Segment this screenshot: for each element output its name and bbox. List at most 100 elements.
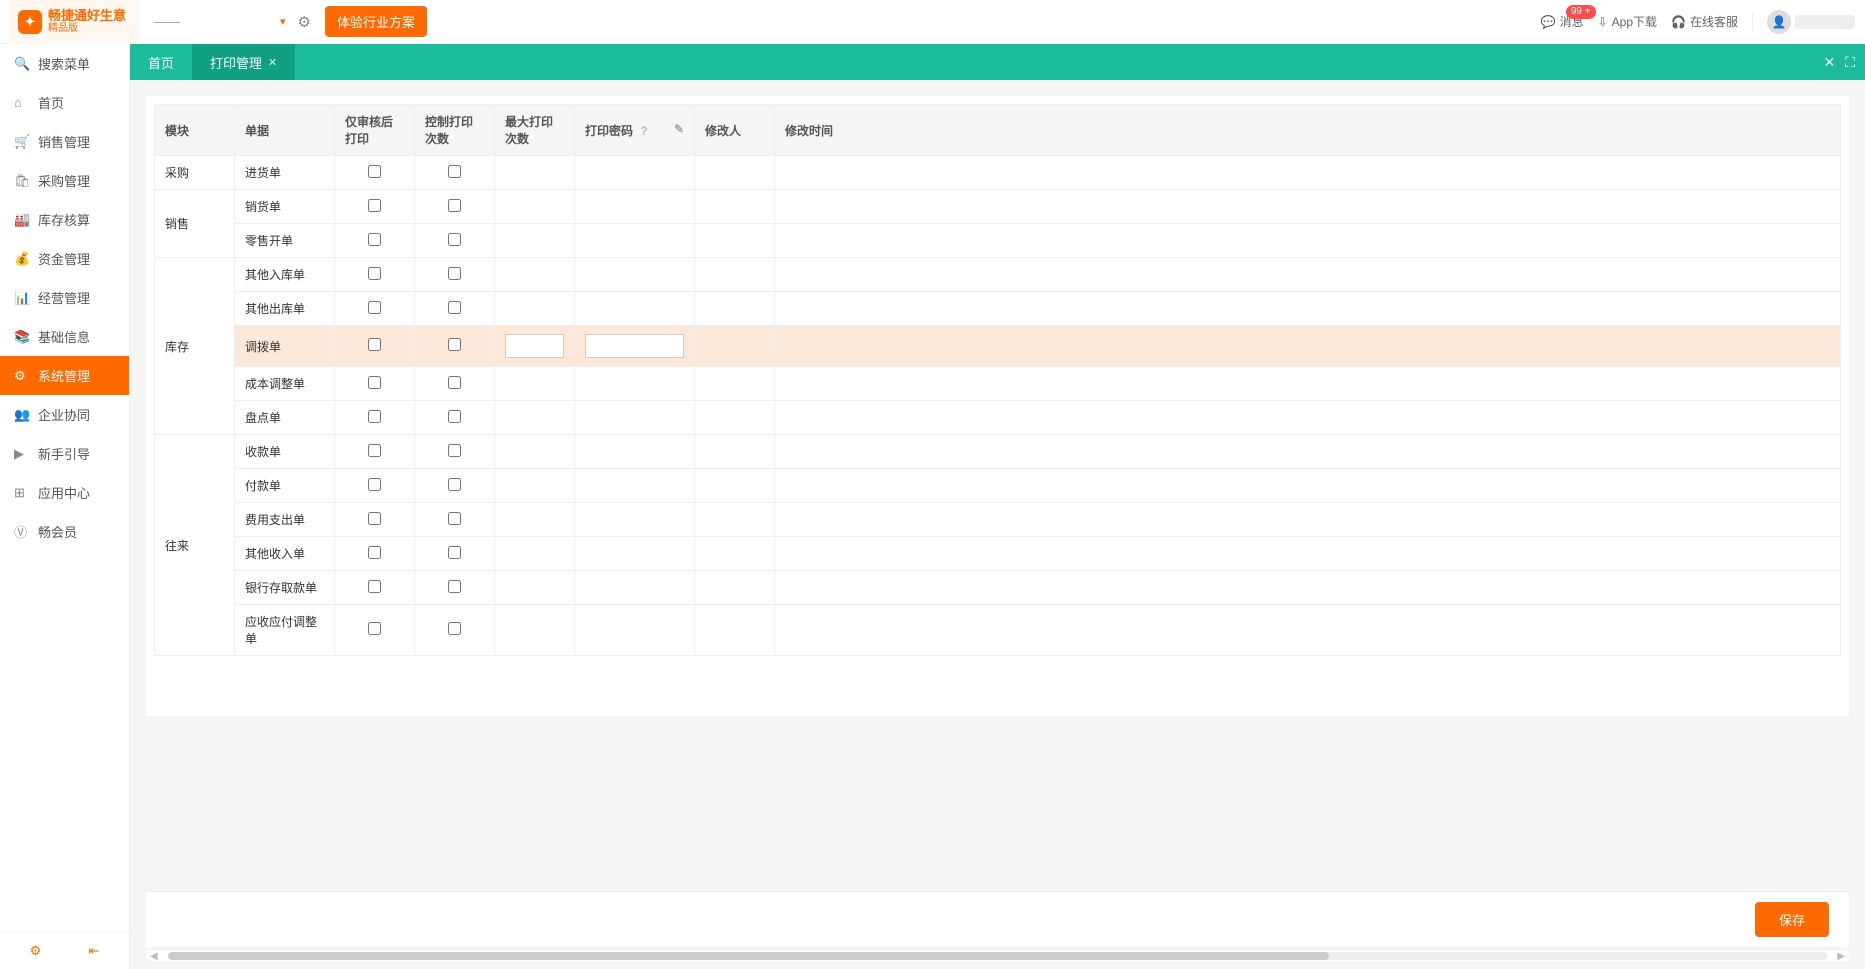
- max-count-cell: [495, 571, 575, 605]
- help-icon[interactable]: ?: [640, 124, 647, 138]
- download-icon: ⇩: [1598, 15, 1608, 29]
- audited-only-checkbox[interactable]: [368, 580, 381, 593]
- max-count-input[interactable]: [505, 334, 564, 358]
- sidebar-ops[interactable]: 📊经营管理: [0, 278, 129, 317]
- doc-cell: 应收应付调整单: [235, 605, 335, 656]
- sidebar-apps-icon: ⊞: [14, 485, 30, 501]
- sidebar-item-label: 采购管理: [38, 171, 90, 190]
- audited-only-checkbox[interactable]: [368, 546, 381, 559]
- limit-count-checkbox[interactable]: [448, 267, 461, 280]
- audited-only-checkbox[interactable]: [368, 622, 381, 635]
- headset-icon: 🎧: [1671, 15, 1686, 29]
- gear-icon[interactable]: ⚙: [298, 13, 311, 31]
- th-doc: 单据: [235, 105, 335, 156]
- sidebar-item-label: 基础信息: [38, 327, 90, 346]
- th-modified-at: 修改时间: [775, 105, 1841, 156]
- password-input[interactable]: [585, 334, 684, 358]
- limit-count-checkbox[interactable]: [448, 410, 461, 423]
- app-download-link[interactable]: ⇩ App下载: [1598, 13, 1657, 30]
- limit-count-checkbox[interactable]: [448, 512, 461, 525]
- chevron-down-icon: ▾: [280, 15, 286, 28]
- modifier-cell: [695, 258, 775, 292]
- sidebar-funds[interactable]: 💰资金管理: [0, 239, 129, 278]
- module-cell: 库存: [155, 258, 235, 435]
- org-selector[interactable]: —— ▾: [154, 14, 286, 29]
- audited-only-checkbox[interactable]: [368, 410, 381, 423]
- sidebar-member[interactable]: Ⓥ畅会员: [0, 512, 129, 551]
- sidebar-home[interactable]: ⌂首页: [0, 83, 129, 122]
- try-industry-button[interactable]: 体验行业方案: [325, 6, 427, 37]
- modifier-cell: [695, 190, 775, 224]
- audited-only-checkbox[interactable]: [368, 165, 381, 178]
- sidebar-sales[interactable]: 🛒销售管理: [0, 122, 129, 161]
- limit-count-checkbox[interactable]: [448, 546, 461, 559]
- limit-count-checkbox[interactable]: [448, 199, 461, 212]
- sidebar-inventory[interactable]: 🏭库存核算: [0, 200, 129, 239]
- doc-cell: 收款单: [235, 435, 335, 469]
- audited-only-checkbox[interactable]: [368, 301, 381, 314]
- audited-only-checkbox[interactable]: [368, 376, 381, 389]
- password-cell: [575, 571, 695, 605]
- modified-at-cell: [775, 571, 1841, 605]
- limit-count-checkbox[interactable]: [448, 165, 461, 178]
- close-all-icon[interactable]: ✕: [1823, 54, 1835, 71]
- limit-count-checkbox[interactable]: [448, 622, 461, 635]
- scroll-right-icon[interactable]: ▶: [1833, 951, 1849, 962]
- divider: [1752, 13, 1753, 31]
- audited-only-checkbox[interactable]: [368, 338, 381, 351]
- module-cell: 销售: [155, 190, 235, 258]
- collapse-icon[interactable]: ⇤: [88, 943, 99, 959]
- audited-only-checkbox[interactable]: [368, 199, 381, 212]
- modifier-cell: [695, 537, 775, 571]
- sidebar-search[interactable]: 🔍搜索菜单: [0, 44, 129, 83]
- limit-count-checkbox[interactable]: [448, 580, 461, 593]
- table-row: 盘点单: [155, 401, 1841, 435]
- edit-column-icon[interactable]: ✎: [674, 122, 684, 136]
- sidebar-apps[interactable]: ⊞应用中心: [0, 473, 129, 512]
- max-count-cell: [495, 469, 575, 503]
- horizontal-scrollbar[interactable]: ◀ ▶: [146, 951, 1849, 961]
- audited-only-checkbox[interactable]: [368, 478, 381, 491]
- audited-only-checkbox[interactable]: [368, 267, 381, 280]
- modifier-cell: [695, 367, 775, 401]
- sidebar-system[interactable]: ⚙系统管理: [0, 356, 129, 395]
- limit-count-checkbox[interactable]: [448, 444, 461, 457]
- sidebar: 🔍搜索菜单⌂首页🛒销售管理🛍采购管理🏭库存核算💰资金管理📊经营管理📚基础信息⚙系…: [0, 44, 130, 969]
- modifier-cell: [695, 605, 775, 656]
- print-settings-panel: 模块 单据 仅审核后打印 控制打印次数 最大打印次数 打印密码 ? ✎: [146, 96, 1849, 716]
- sidebar-basic[interactable]: 📚基础信息: [0, 317, 129, 356]
- fullscreen-icon[interactable]: ⛶: [1845, 54, 1855, 71]
- limit-count-checkbox[interactable]: [448, 233, 461, 246]
- limit-count-checkbox[interactable]: [448, 478, 461, 491]
- sidebar-collab[interactable]: 👥企业协同: [0, 395, 129, 434]
- modified-at-cell: [775, 190, 1841, 224]
- tab-close-icon[interactable]: ✕: [268, 56, 277, 69]
- sidebar-purchase[interactable]: 🛍采购管理: [0, 161, 129, 200]
- settings-icon[interactable]: ⚙: [30, 943, 42, 959]
- tab-0[interactable]: 首页: [130, 44, 192, 80]
- messages-badge: 99 +: [1566, 5, 1596, 19]
- limit-count-checkbox[interactable]: [448, 301, 461, 314]
- audited-only-checkbox[interactable]: [368, 444, 381, 457]
- password-cell: [575, 537, 695, 571]
- password-cell: [575, 503, 695, 537]
- user-menu[interactable]: 👤: [1767, 10, 1855, 34]
- table-row: 库存其他入库单: [155, 258, 1841, 292]
- doc-cell: 银行存取款单: [235, 571, 335, 605]
- audited-only-checkbox[interactable]: [368, 233, 381, 246]
- limit-count-checkbox[interactable]: [448, 338, 461, 351]
- online-service-link[interactable]: 🎧 在线客服: [1671, 13, 1738, 30]
- save-button[interactable]: 保存: [1755, 902, 1829, 937]
- sidebar-item-label: 资金管理: [38, 249, 90, 268]
- sidebar-guide[interactable]: ▶新手引导: [0, 434, 129, 473]
- scroll-left-icon[interactable]: ◀: [146, 951, 162, 962]
- sidebar-member-icon: Ⓥ: [14, 522, 30, 541]
- tab-1[interactable]: 打印管理✕: [192, 44, 295, 80]
- messages-link[interactable]: 💬 消息 99 +: [1541, 13, 1584, 30]
- table-row: 往来收款单: [155, 435, 1841, 469]
- doc-cell: 进货单: [235, 156, 335, 190]
- limit-count-checkbox[interactable]: [448, 376, 461, 389]
- footer-bar: 保存: [146, 891, 1849, 947]
- modified-at-cell: [775, 469, 1841, 503]
- audited-only-checkbox[interactable]: [368, 512, 381, 525]
